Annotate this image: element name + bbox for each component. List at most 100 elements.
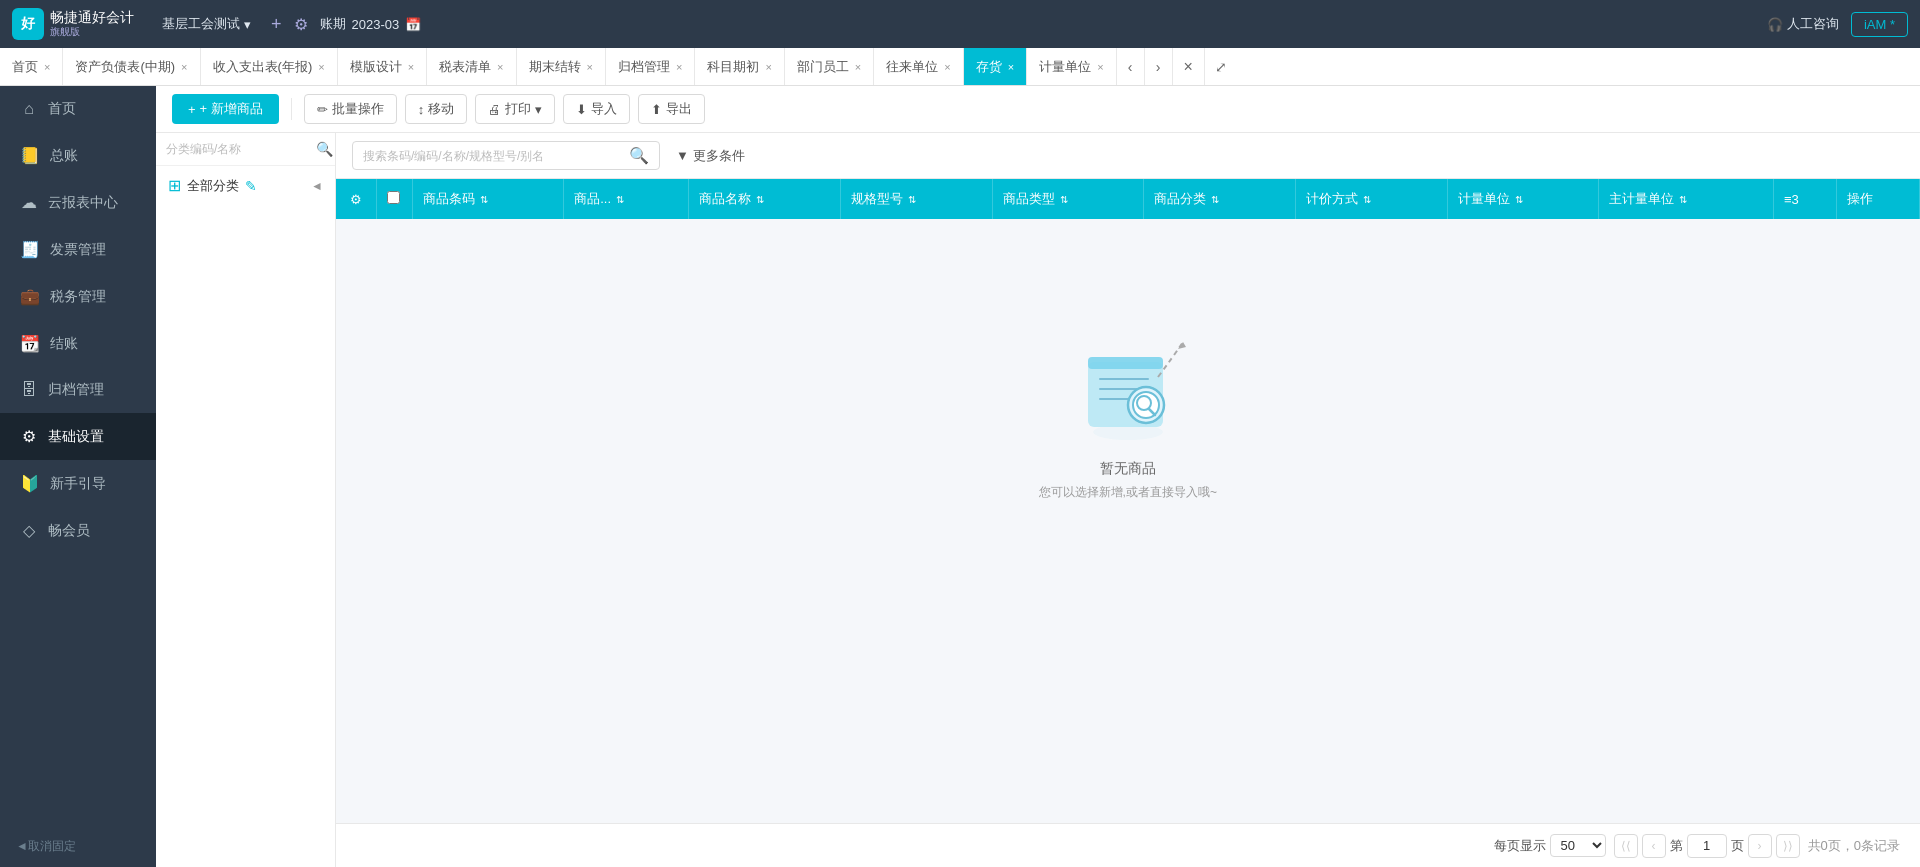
sidebar-item-home[interactable]: ⌂ 首页 [0, 86, 156, 132]
sidebar-item-ledger[interactable]: 📒 总账 [0, 132, 156, 179]
tab-income-close[interactable]: × [318, 61, 324, 73]
col-name[interactable]: 商品名称 ⇅ [689, 179, 841, 219]
product-search-input[interactable] [363, 149, 623, 163]
header-actions: 🎧 人工咨询 iAM * [1767, 12, 1908, 37]
tab-prev-btn[interactable]: ‹ [1117, 48, 1145, 86]
category-all[interactable]: ⊞ 全部分类 ✎ ◄ [156, 166, 335, 205]
tab-archive[interactable]: 归档管理 × [606, 48, 695, 86]
tab-dept[interactable]: 部门员工 × [785, 48, 874, 86]
col-price-method-sort[interactable]: ⇅ [1363, 194, 1371, 205]
tab-template-close[interactable]: × [408, 61, 414, 73]
close-period-icon: 📆 [20, 334, 40, 353]
tab-template[interactable]: 模版设计 × [338, 48, 427, 86]
category-search-input[interactable] [166, 142, 316, 156]
tab-tax-close[interactable]: × [497, 61, 503, 73]
tab-balance[interactable]: 资产负债表(中期) × [63, 48, 200, 86]
category-edit-icon[interactable]: ✎ [245, 178, 257, 194]
move-button[interactable]: ↕ 移动 [405, 94, 468, 124]
col-name-sort[interactable]: ⇅ [756, 194, 764, 205]
batch-ops-button[interactable]: ✏ 批量操作 [304, 94, 397, 124]
tab-inventory-close[interactable]: × [1008, 61, 1014, 73]
col-category[interactable]: 商品分类 ⇅ [1144, 179, 1296, 219]
import-icon: ⬇ [576, 102, 587, 117]
col-barcode-sort[interactable]: ⇅ [480, 194, 488, 205]
tab-income[interactable]: 收入支出表(年报) × [201, 48, 338, 86]
tab-close-all-btn[interactable]: × [1173, 48, 1205, 86]
tab-unit[interactable]: 计量单位 × [1027, 48, 1116, 86]
empty-svg [1058, 317, 1198, 457]
sidebar-item-report[interactable]: ☁ 云报表中心 [0, 179, 156, 226]
sidebar-item-tax[interactable]: 💼 税务管理 [0, 273, 156, 320]
tab-partner[interactable]: 往来单位 × [874, 48, 963, 86]
sidebar-item-member[interactable]: ◇ 畅会员 [0, 507, 156, 554]
col-settings[interactable]: ⚙ [336, 179, 376, 219]
tab-balance-close[interactable]: × [181, 61, 187, 73]
tab-partner-close[interactable]: × [944, 61, 950, 73]
content-body: 🔍 ⊞ 全部分类 ✎ ◄ 🔍 ▼ [156, 133, 1920, 867]
filter-button[interactable]: ▼ 更多条件 [668, 143, 753, 169]
tab-subject-close[interactable]: × [765, 61, 771, 73]
sidebar-unpin[interactable]: ◄取消固定 [0, 826, 156, 867]
col-code[interactable]: 商品... ⇅ [564, 179, 689, 219]
print-icon: 🖨 [488, 102, 501, 117]
calendar-icon[interactable]: 📅 [405, 17, 421, 32]
tab-period-close-close[interactable]: × [587, 61, 593, 73]
select-all-checkbox[interactable] [387, 191, 400, 204]
tab-inventory[interactable]: 存货 × [964, 48, 1027, 86]
col-action: 操作 [1837, 179, 1920, 219]
tab-period-close[interactable]: 期末结转 × [517, 48, 606, 86]
tab-subject[interactable]: 科目期初 × [695, 48, 784, 86]
add-product-button[interactable]: + + 新增商品 [172, 94, 279, 124]
sidebar-item-invoice[interactable]: 🧾 发票管理 [0, 226, 156, 273]
tab-tax[interactable]: 税表清单 × [427, 48, 516, 86]
col-checkbox[interactable] [376, 179, 412, 219]
col-category-sort[interactable]: ⇅ [1211, 194, 1219, 205]
col-spec-sort[interactable]: ⇅ [908, 194, 916, 205]
product-table-wrapper[interactable]: ⚙ 商品条码 ⇅ [336, 179, 1920, 823]
next-page-btn[interactable]: › [1748, 834, 1772, 858]
search-toolbar: 🔍 ▼ 更多条件 [336, 133, 1920, 179]
product-search-icon[interactable]: 🔍 [629, 146, 649, 165]
last-page-btn[interactable]: ⟩⟩ [1776, 834, 1800, 858]
first-page-btn[interactable]: ⟨⟨ [1614, 834, 1638, 858]
sidebar-item-archive[interactable]: 🗄 归档管理 [0, 367, 156, 413]
tab-home[interactable]: 首页 × [0, 48, 63, 86]
per-page-select[interactable]: 10 20 50 100 [1550, 834, 1606, 857]
logo-text-block: 畅捷通好会计 旗舰版 [50, 9, 134, 40]
tab-expand-btn[interactable]: ⤢ [1205, 48, 1237, 86]
account-button[interactable]: iAM * [1851, 12, 1908, 37]
col-unit-sort[interactable]: ⇅ [1515, 194, 1523, 205]
print-button[interactable]: 🖨 打印 ▾ [475, 94, 555, 124]
col-type-sort[interactable]: ⇅ [1060, 194, 1068, 205]
col-main-unit-sort[interactable]: ⇅ [1679, 194, 1687, 205]
export-button[interactable]: ⬆ 导出 [638, 94, 705, 124]
tab-unit-close[interactable]: × [1097, 61, 1103, 73]
period-info: 账期 2023-03 📅 [320, 15, 422, 33]
tab-dept-close[interactable]: × [855, 61, 861, 73]
tab-archive-close[interactable]: × [676, 61, 682, 73]
col-main-unit[interactable]: 主计量单位 ⇅ [1599, 179, 1774, 219]
sidebar-item-close[interactable]: 📆 结账 [0, 320, 156, 367]
sidebar-item-guide[interactable]: 🔰 新手引导 [0, 460, 156, 507]
sidebar-item-basic[interactable]: ⚙ 基础设置 [0, 413, 156, 460]
company-selector[interactable]: 基层工会测试 ▾ [154, 11, 259, 37]
category-search-icon[interactable]: 🔍 [316, 141, 333, 157]
support-button[interactable]: 🎧 人工咨询 [1767, 15, 1839, 33]
page-number-input[interactable] [1687, 834, 1727, 858]
col-extra[interactable]: ≡3 [1773, 179, 1836, 219]
col-unit[interactable]: 计量单位 ⇅ [1447, 179, 1599, 219]
add-tab-icon[interactable]: + [271, 14, 282, 35]
tab-next-btn[interactable]: › [1145, 48, 1173, 86]
settings-icon[interactable]: ⚙ [294, 15, 308, 34]
col-spec[interactable]: 规格型号 ⇅ [840, 179, 992, 219]
prev-page-btn[interactable]: ‹ [1642, 834, 1666, 858]
add-product-label: + 新增商品 [200, 100, 263, 118]
tab-home-close[interactable]: × [44, 61, 50, 73]
col-type[interactable]: 商品类型 ⇅ [992, 179, 1144, 219]
col-price-method[interactable]: 计价方式 ⇅ [1295, 179, 1447, 219]
col-main-unit-label: 主计量单位 [1609, 190, 1674, 208]
col-code-sort[interactable]: ⇅ [616, 194, 624, 205]
col-barcode[interactable]: 商品条码 ⇅ [412, 179, 564, 219]
collapse-icon[interactable]: ◄ [311, 179, 323, 193]
import-button[interactable]: ⬇ 导入 [563, 94, 630, 124]
